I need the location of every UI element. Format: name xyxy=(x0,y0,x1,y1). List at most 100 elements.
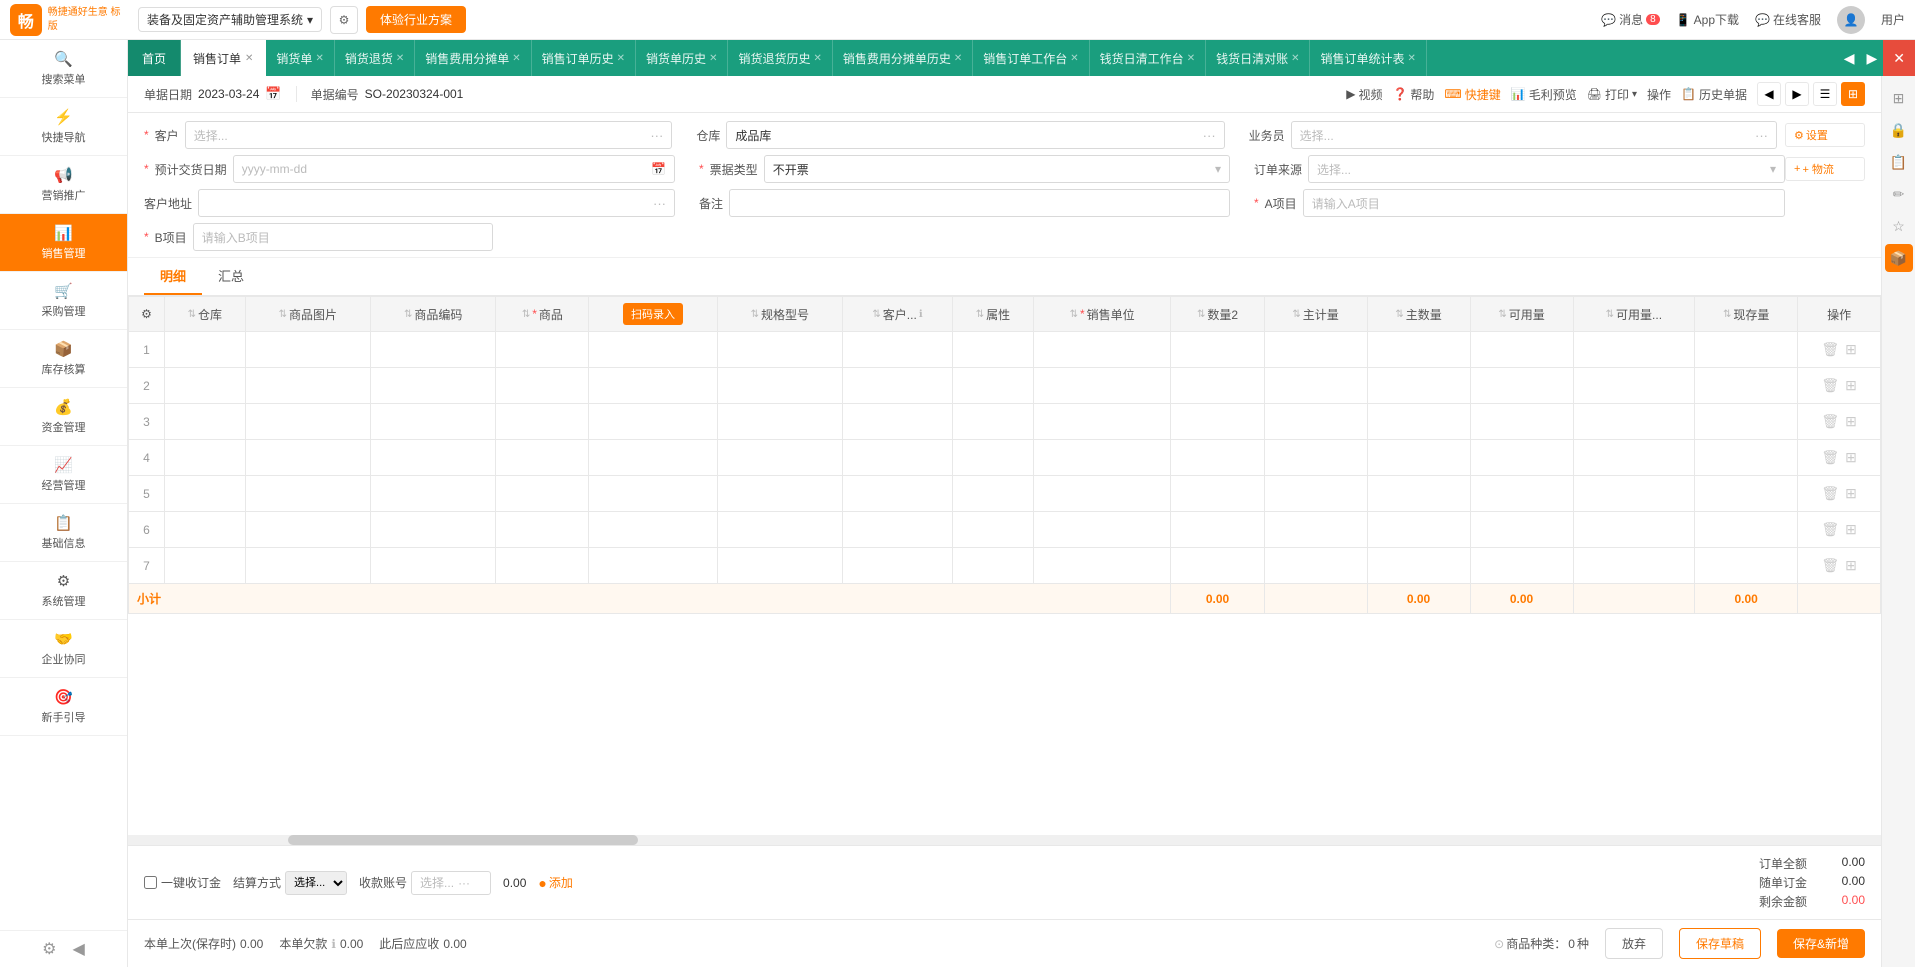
copy-row-button[interactable]: ⊞ xyxy=(1845,521,1857,538)
shortcut-button[interactable]: ⌨ 快捷键 xyxy=(1444,86,1500,103)
delete-row-button[interactable]: 🗑 xyxy=(1821,377,1839,394)
system-selector[interactable]: 装备及固定资产辅助管理系统 ▾ xyxy=(138,7,322,32)
delete-row-button[interactable]: 🗑 xyxy=(1821,449,1839,466)
list-view-button[interactable]: ☰ xyxy=(1813,82,1837,106)
sidebar-item-sales[interactable]: 📊 销售管理 xyxy=(0,214,127,272)
sidebar-item-navigation[interactable]: ⚡ 快捷导航 xyxy=(0,98,127,156)
profit-preview-button[interactable]: 📊 毛利预览 xyxy=(1511,86,1577,103)
trial-button[interactable]: 体验行业方案 xyxy=(366,6,466,33)
collapse-icon[interactable]: ◀ xyxy=(73,939,85,959)
one-click-checkbox[interactable]: 一键收订金 xyxy=(144,874,221,891)
right-panel-icon3[interactable]: 📋 xyxy=(1885,148,1913,176)
save-new-button[interactable]: 保存&新增 xyxy=(1777,929,1865,958)
copy-row-button[interactable]: ⊞ xyxy=(1845,413,1857,430)
tab-close-icon2[interactable]: ✕ xyxy=(315,53,323,64)
tab-sales-return[interactable]: 销货退货 ✕ xyxy=(335,40,415,76)
tab-next-button[interactable]: ▶ xyxy=(1860,40,1883,76)
payment-select-input[interactable]: 选择... xyxy=(285,871,347,895)
online-service-button[interactable]: 💬 在线客服 xyxy=(1755,11,1821,28)
view-button[interactable]: ▶ 视频 xyxy=(1346,86,1382,103)
scan-enter-button[interactable]: 扫码录入 xyxy=(623,303,683,325)
save-draft-button[interactable]: 保存草稿 xyxy=(1679,928,1761,959)
user-avatar[interactable]: 👤 xyxy=(1837,6,1865,34)
account-field[interactable]: 收款账号 选择... ··· xyxy=(359,871,491,895)
account-input[interactable]: 选择... ··· xyxy=(411,871,491,895)
a-project-input[interactable]: 请输入A项目 xyxy=(1303,189,1785,217)
tab-close-all-button[interactable]: ✕ xyxy=(1883,40,1915,76)
delete-row-button[interactable]: 🗑 xyxy=(1821,557,1839,574)
sidebar-item-basic-info[interactable]: 📋 基础信息 xyxy=(0,504,127,562)
info-icon[interactable]: ℹ xyxy=(919,309,923,320)
tab-cost-history[interactable]: 销售费用分摊单历史 ✕ xyxy=(833,40,973,76)
sidebar-item-guide[interactable]: 🎯 新手引导 xyxy=(0,678,127,736)
copy-row-button[interactable]: ⊞ xyxy=(1845,341,1857,358)
info-icon-owed[interactable]: ℹ xyxy=(331,937,336,951)
tab-close-icon7[interactable]: ✕ xyxy=(813,53,821,64)
nav-next-button[interactable]: ▶ xyxy=(1785,82,1809,106)
add-view-button[interactable]: ⊞ xyxy=(1841,82,1865,106)
sidebar-item-system[interactable]: ⚙ 系统管理 xyxy=(0,562,127,620)
order-source-input[interactable]: 选择... ▾ xyxy=(1308,155,1785,183)
delete-row-button[interactable]: 🗑 xyxy=(1821,521,1839,538)
tab-sales-goods[interactable]: 销货单 ✕ xyxy=(266,40,334,76)
tab-cost-split[interactable]: 销售费用分摊单 ✕ xyxy=(415,40,531,76)
address-input[interactable]: ··· xyxy=(198,189,675,217)
tab-close-icon8[interactable]: ✕ xyxy=(954,53,962,64)
staff-input[interactable]: 选择... ··· xyxy=(1291,121,1777,149)
tab-close-icon3[interactable]: ✕ xyxy=(396,53,404,64)
settings-bottom-icon[interactable]: ⚙ xyxy=(42,939,56,959)
right-panel-icon6[interactable]: 📦 xyxy=(1885,244,1913,272)
copy-row-button[interactable]: ⊞ xyxy=(1845,557,1857,574)
copy-row-button[interactable]: ⊞ xyxy=(1845,449,1857,466)
settings-icon[interactable]: ⚙ xyxy=(330,6,358,34)
customer-input[interactable]: 选择... ··· xyxy=(185,121,673,149)
tab-sales-summary[interactable]: 销售订单统计表 ✕ xyxy=(1310,40,1426,76)
tab-order-history[interactable]: 销售订单历史 ✕ xyxy=(532,40,636,76)
sidebar-item-inventory[interactable]: 📦 库存核算 xyxy=(0,330,127,388)
app-download-button[interactable]: 📱 App下载 xyxy=(1676,11,1739,28)
settings-form-button[interactable]: ⚙ 设置 xyxy=(1785,123,1865,147)
tab-prev-button[interactable]: ◀ xyxy=(1838,40,1861,76)
tab-close-icon12[interactable]: ✕ xyxy=(1408,53,1416,64)
add-button[interactable]: ● 添加 xyxy=(538,874,572,891)
tab-order-workbench[interactable]: 销售订单工作台 ✕ xyxy=(973,40,1089,76)
operations-button[interactable]: 操作 xyxy=(1647,86,1671,103)
tab-close-icon10[interactable]: ✕ xyxy=(1187,53,1195,64)
warehouse-input[interactable]: 成品库 ··· xyxy=(726,121,1224,149)
tab-close-icon4[interactable]: ✕ xyxy=(512,53,520,64)
tab-home[interactable]: 首页 xyxy=(128,40,181,76)
tab-daily-workbench[interactable]: 钱货日清工作台 ✕ xyxy=(1090,40,1206,76)
history-docs-button[interactable]: 📋 历史单据 xyxy=(1681,86,1747,103)
tab-detail[interactable]: 明细 xyxy=(144,258,202,295)
right-panel-icon4[interactable]: ✏ xyxy=(1885,180,1913,208)
sidebar-item-operations[interactable]: 📈 经营管理 xyxy=(0,446,127,504)
tab-close-icon5[interactable]: ✕ xyxy=(617,53,625,64)
tab-summary[interactable]: 汇总 xyxy=(202,258,260,295)
right-panel-icon2[interactable]: 🔒 xyxy=(1885,116,1913,144)
discard-button[interactable]: 放弃 xyxy=(1605,928,1663,959)
tab-close-icon6[interactable]: ✕ xyxy=(709,53,717,64)
remark-input[interactable] xyxy=(729,189,1230,217)
print-button[interactable]: 🖨 打印 ▾ xyxy=(1587,86,1637,103)
delivery-input[interactable]: yyyy-mm-dd 📅 xyxy=(233,155,675,183)
copy-row-button[interactable]: ⊞ xyxy=(1845,485,1857,502)
right-panel-icon5[interactable]: ☆ xyxy=(1885,212,1913,240)
tab-sales-order[interactable]: 销售订单 ✕ xyxy=(181,40,266,76)
sidebar-item-finance[interactable]: 💰 资金管理 xyxy=(0,388,127,446)
tab-daily-reconcile[interactable]: 钱货日清对账 ✕ xyxy=(1206,40,1310,76)
delete-row-button[interactable]: 🗑 xyxy=(1821,413,1839,430)
sidebar-item-search[interactable]: 🔍 搜索菜单 xyxy=(0,40,127,98)
delete-row-button[interactable]: 🗑 xyxy=(1821,485,1839,502)
sidebar-item-enterprise[interactable]: 🤝 企业协同 xyxy=(0,620,127,678)
col-settings[interactable]: ⚙ xyxy=(129,297,165,332)
payment-method-select[interactable]: 结算方式 选择... xyxy=(233,871,347,895)
message-button[interactable]: 💬 消息 8 xyxy=(1601,11,1660,28)
tab-close-icon9[interactable]: ✕ xyxy=(1070,53,1078,64)
invoice-select[interactable]: 不开票 ▾ xyxy=(764,155,1230,183)
delete-row-button[interactable]: 🗑 xyxy=(1821,341,1839,358)
calendar-icon[interactable]: 📅 xyxy=(265,86,281,102)
sidebar-item-marketing[interactable]: 📢 营销推广 xyxy=(0,156,127,214)
copy-row-button[interactable]: ⊞ xyxy=(1845,377,1857,394)
tab-close-icon11[interactable]: ✕ xyxy=(1291,53,1299,64)
nav-prev-button[interactable]: ◀ xyxy=(1757,82,1781,106)
